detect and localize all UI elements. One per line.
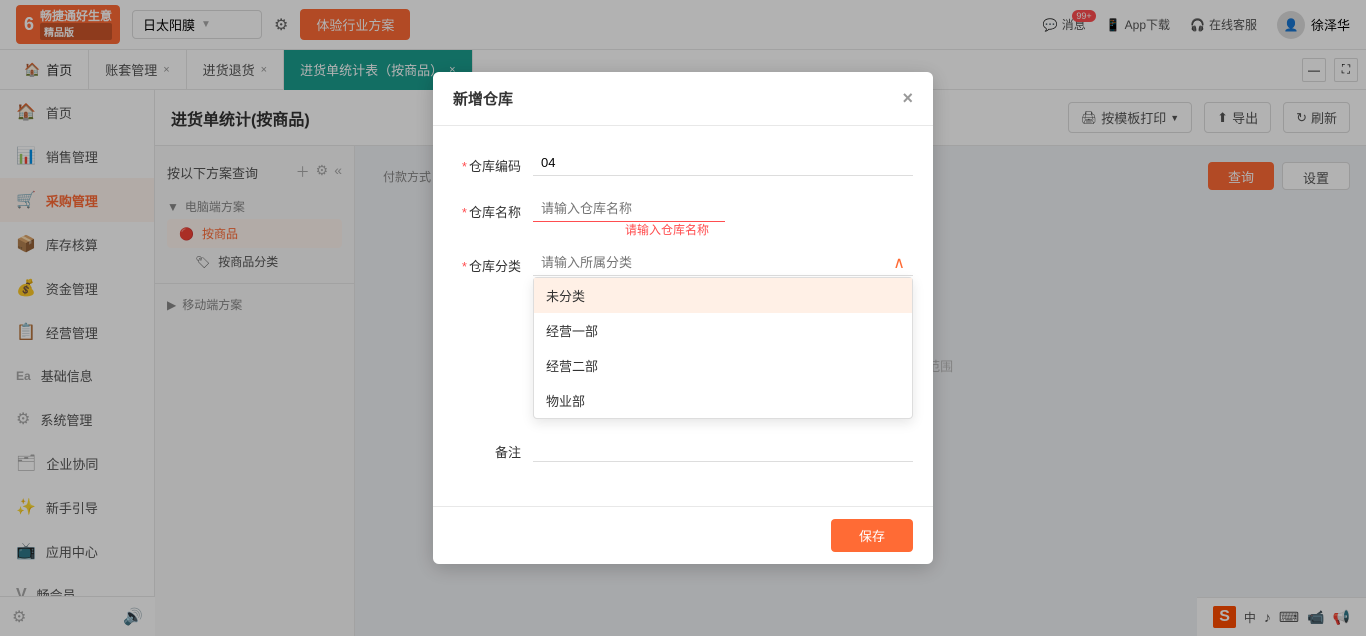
code-input[interactable]	[533, 150, 913, 176]
name-input-wrap: 请输入仓库名称	[533, 196, 913, 222]
category-option-dept2[interactable]: 经营二部	[534, 348, 912, 383]
form-row-code: 仓库编码	[453, 150, 913, 176]
save-button[interactable]: 保存	[831, 519, 913, 552]
form-row-category: 仓库分类 ∧ 未分类 经营一部 经营二部 物业部	[453, 250, 913, 276]
name-label: 仓库名称	[453, 196, 533, 221]
dialog-close-button[interactable]: ×	[902, 88, 913, 109]
category-dropdown: 未分类 经营一部 经营二部 物业部	[533, 277, 913, 419]
dialog-header: 新增仓库 ×	[433, 72, 933, 126]
notes-label: 备注	[453, 436, 533, 461]
overlay[interactable]: 新增仓库 × 仓库编码 仓库名称 请输入仓库名称 仓库分类	[0, 0, 1366, 636]
category-option-dept1[interactable]: 经营一部	[534, 313, 912, 348]
form-row-notes: 备注	[453, 436, 913, 462]
code-label: 仓库编码	[453, 150, 533, 175]
name-error-msg: 请输入仓库名称	[625, 221, 709, 238]
category-option-dept3[interactable]: 物业部	[534, 383, 912, 418]
dialog-footer: 保存	[433, 506, 933, 564]
dialog-body: 仓库编码 仓库名称 请输入仓库名称 仓库分类 ∧ 未分类	[433, 126, 933, 506]
category-toggle-icon[interactable]: ∧	[885, 253, 913, 273]
category-input[interactable]	[533, 250, 885, 275]
dialog-title: 新增仓库	[453, 88, 513, 109]
name-input[interactable]	[533, 196, 725, 222]
dialog-add-warehouse: 新增仓库 × 仓库编码 仓库名称 请输入仓库名称 仓库分类	[433, 72, 933, 564]
category-label: 仓库分类	[453, 250, 533, 275]
category-option-unclassified[interactable]: 未分类	[534, 278, 912, 313]
form-row-name: 仓库名称 请输入仓库名称	[453, 196, 913, 222]
category-select-wrap: ∧ 未分类 经营一部 经营二部 物业部	[533, 250, 913, 276]
notes-input[interactable]	[533, 436, 913, 462]
